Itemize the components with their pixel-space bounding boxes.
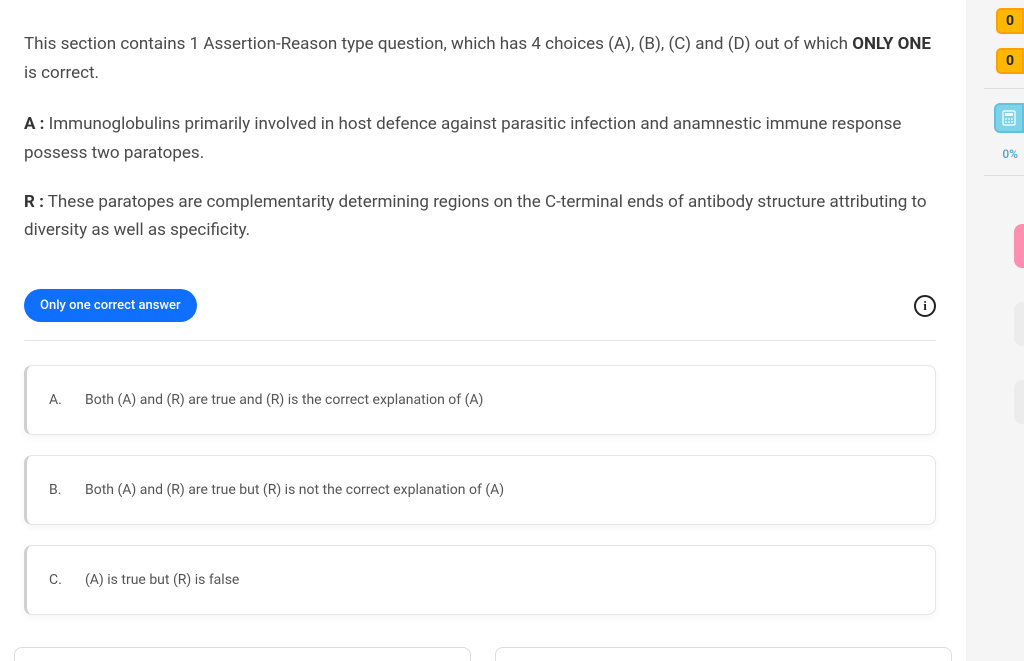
option-a[interactable]: A. Both (A) and (R) are true and (R) is … — [24, 365, 936, 435]
answer-type-row: Only one correct answer i — [24, 289, 936, 322]
calculator-icon[interactable] — [994, 103, 1024, 133]
assertion-statement: A : Immunoglobulins primarily involved i… — [24, 110, 936, 168]
answer-type-badge: Only one correct answer — [24, 289, 197, 322]
reason-label: R : — [24, 192, 44, 212]
option-b[interactable]: B. Both (A) and (R) are true but (R) is … — [24, 455, 936, 525]
assertion-text: Immunoglobulins primarily involved in ho… — [24, 114, 901, 163]
instruction-prefix: This section contains 1 Assertion-Reason… — [24, 34, 852, 54]
sidebar-counter-2[interactable]: 0 — [996, 48, 1024, 74]
sidebar-tab-pink[interactable] — [1014, 224, 1024, 268]
reason-text: These paratopes are complementarity dete… — [24, 192, 927, 241]
option-letter: C. — [49, 572, 67, 588]
bottom-nav-stubs — [0, 647, 966, 661]
reason-statement: R : These paratopes are complementarity … — [24, 188, 936, 246]
divider — [24, 340, 936, 341]
option-letter: B. — [49, 482, 67, 498]
option-letter: A. — [49, 392, 67, 408]
option-c[interactable]: C. (A) is true but (R) is false — [24, 545, 936, 615]
sidebar-divider — [984, 175, 1024, 176]
instruction-emphasis: ONLY ONE — [852, 34, 931, 54]
option-text: Both (A) and (R) are true and (R) is the… — [85, 392, 483, 408]
info-icon[interactable]: i — [914, 295, 936, 317]
instruction-suffix: is correct. — [24, 63, 99, 83]
option-text: Both (A) and (R) are true but (R) is not… — [85, 482, 504, 498]
sidebar-counter-1[interactable]: 0 — [996, 8, 1024, 34]
sidebar-percent: 0% — [1002, 147, 1024, 161]
bottom-box-right[interactable] — [495, 647, 952, 661]
sidebar-tab-gray-1[interactable] — [1014, 302, 1024, 346]
bottom-box-left[interactable] — [14, 647, 471, 661]
section-instruction: This section contains 1 Assertion-Reason… — [24, 30, 936, 88]
sidebar-divider — [984, 88, 1024, 89]
calculator-svg — [1001, 110, 1017, 126]
question-panel: This section contains 1 Assertion-Reason… — [0, 0, 966, 661]
option-text: (A) is true but (R) is false — [85, 572, 239, 588]
assertion-label: A : — [24, 114, 44, 134]
right-sidebar: 0 0 0% — [976, 0, 1024, 661]
sidebar-tab-gray-2[interactable] — [1014, 380, 1024, 424]
